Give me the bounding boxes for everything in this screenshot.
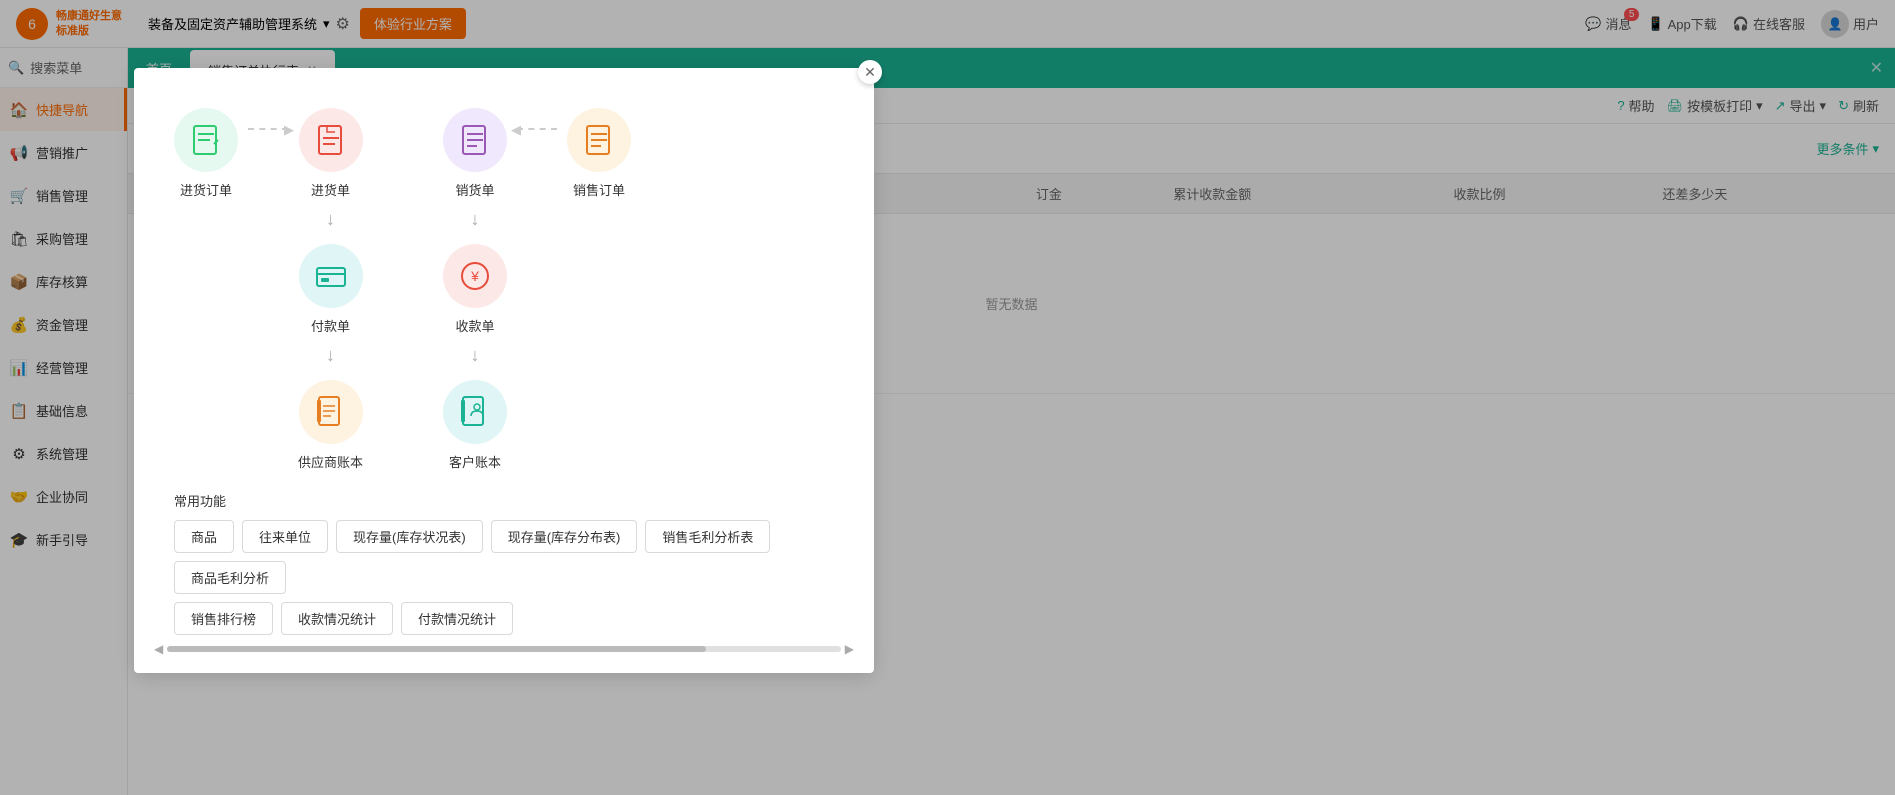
func-btn-payment-stats[interactable]: 付款情况统计	[401, 602, 513, 635]
arrow-right-1: ▶	[248, 98, 288, 180]
func-btn-sales-profit[interactable]: 销售毛利分析表	[645, 520, 770, 553]
scrollbar-track	[167, 646, 841, 652]
node-payment-label: 付款单	[311, 316, 350, 335]
quick-guide-modal: ✕ 进货订单 ▶ 进货单 ↓	[134, 68, 874, 673]
scrollbar-thumb[interactable]	[167, 646, 706, 652]
node-supplier-ledger-circle	[299, 380, 363, 444]
node-purchase-bill-label: 进货单	[311, 180, 350, 199]
arrow-down-2: ↓	[471, 205, 480, 234]
func-btn-contacts[interactable]: 往来单位	[242, 520, 328, 553]
scroll-right-icon[interactable]: ▶	[845, 642, 854, 656]
func-btn-goods[interactable]: 商品	[174, 520, 234, 553]
node-customer-ledger: 客户账本	[433, 370, 517, 481]
flow-xiaohuo: 销货单 ↓ ¥ 收款单 ↓ 客户账本	[433, 98, 517, 481]
node-sale-order: 销售订单	[557, 98, 641, 209]
node-sale-order-circle	[567, 108, 631, 172]
node-payment: 付款单	[289, 234, 373, 345]
func-btn-sales-rank[interactable]: 销售排行榜	[174, 602, 273, 635]
func-btn-stock-dist[interactable]: 现存量(库存分布表)	[491, 520, 638, 553]
flow-jinhuoorder: 进货订单	[164, 98, 248, 209]
arrow-left-1: ◀	[517, 98, 557, 180]
node-supplier-ledger: 供应商账本	[288, 370, 373, 481]
node-receipt-label: 收款单	[456, 316, 495, 335]
node-purchase-bill-circle	[299, 108, 363, 172]
func-btn-stock-status[interactable]: 现存量(库存状况表)	[336, 520, 483, 553]
node-customer-ledger-circle	[443, 380, 507, 444]
common-btns-row2: 销售排行榜 收款情况统计 付款情况统计	[174, 602, 834, 635]
flow-jinhuo: 进货单 ↓ 付款单 ↓ 供应商账本	[288, 98, 373, 481]
node-sale-bill: 销货单	[433, 98, 517, 209]
node-purchase-order-circle	[174, 108, 238, 172]
func-btn-receipt-stats[interactable]: 收款情况统计	[281, 602, 393, 635]
common-btns-row1: 商品 往来单位 现存量(库存状况表) 现存量(库存分布表) 销售毛利分析表 商品…	[174, 520, 834, 594]
spacer-middle	[373, 98, 433, 192]
node-receipt: ¥ 收款单	[433, 234, 517, 345]
func-btn-goods-profit[interactable]: 商品毛利分析	[174, 561, 286, 594]
node-payment-circle	[299, 244, 363, 308]
node-purchase-bill: 进货单	[289, 98, 373, 209]
scroll-left-icon[interactable]: ◀	[154, 642, 163, 656]
node-supplier-ledger-label: 供应商账本	[298, 452, 363, 471]
modal-close-btn[interactable]: ✕	[858, 60, 882, 84]
arrow-down-3: ↓	[326, 341, 335, 370]
node-purchase-order: 进货订单	[164, 98, 248, 209]
modal-scrollbar: ◀ ▶	[154, 645, 854, 653]
node-receipt-circle: ¥	[443, 244, 507, 308]
flow-diagram: 进货订单 ▶ 进货单 ↓ 付款单	[154, 88, 854, 481]
arrow-down-4: ↓	[471, 341, 480, 370]
node-purchase-order-label: 进货订单	[180, 180, 232, 199]
flow-xiaoorder: 销售订单	[557, 98, 641, 209]
node-customer-ledger-label: 客户账本	[449, 452, 501, 471]
svg-text:¥: ¥	[470, 268, 479, 284]
common-title: 常用功能	[174, 491, 834, 510]
node-sale-bill-circle	[443, 108, 507, 172]
arrow-down-1: ↓	[326, 205, 335, 234]
common-functions: 常用功能 商品 往来单位 现存量(库存状况表) 现存量(库存分布表) 销售毛利分…	[154, 481, 854, 635]
node-sale-bill-label: 销货单	[456, 180, 495, 199]
node-sale-order-label: 销售订单	[573, 180, 625, 199]
